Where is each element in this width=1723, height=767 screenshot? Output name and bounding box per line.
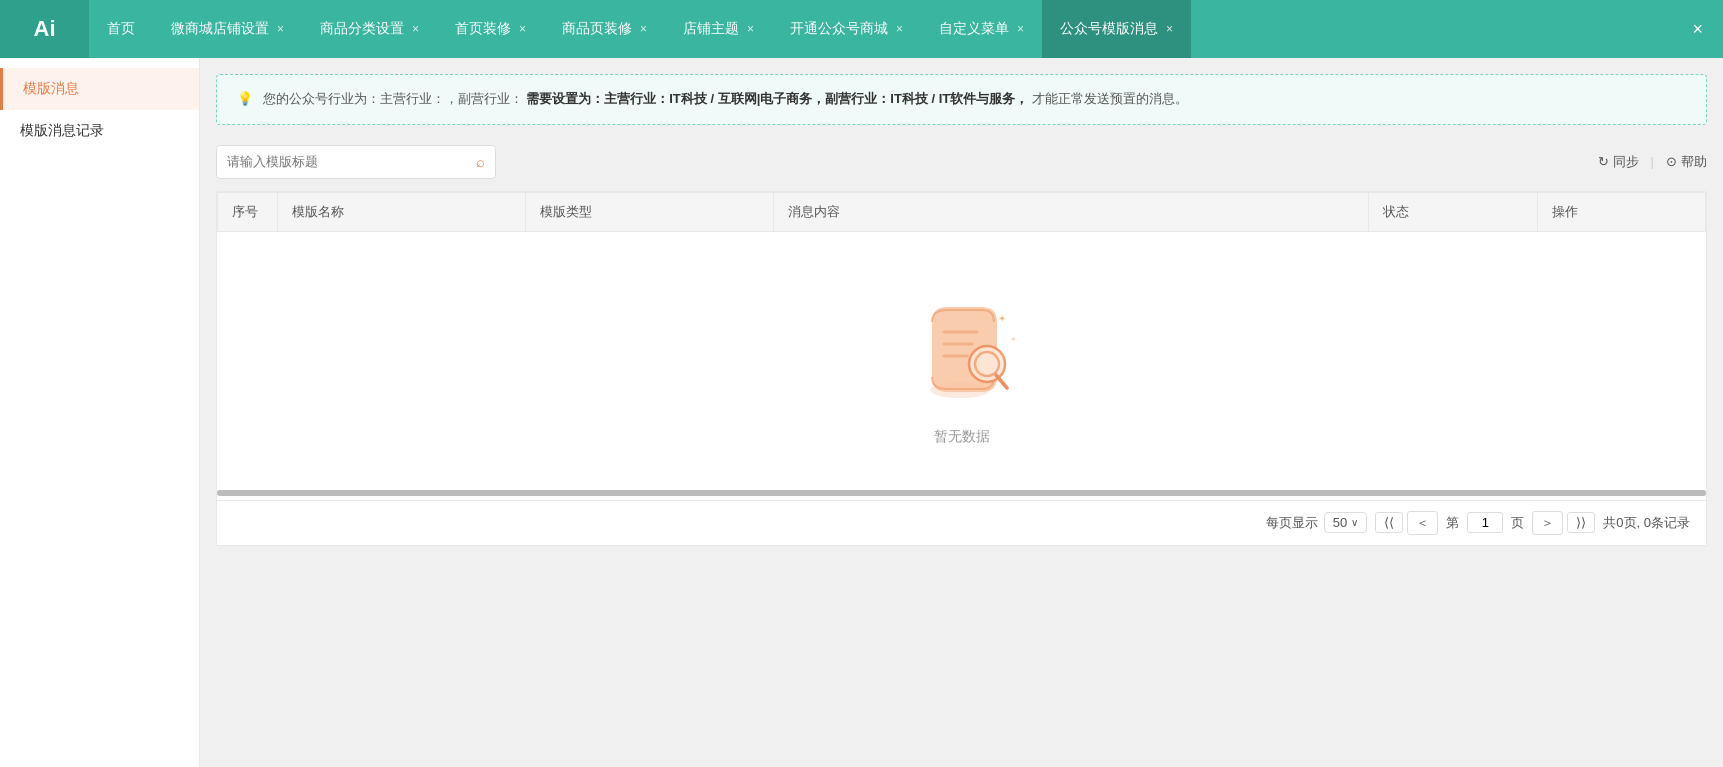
sync-button[interactable]: ↻ 同步 [1598, 153, 1639, 171]
svg-text:·: · [1002, 331, 1004, 337]
sync-label: 同步 [1613, 153, 1639, 171]
nav-tab-category-settings[interactable]: 商品分类设置× [302, 0, 437, 58]
app-logo: Ai [0, 0, 89, 58]
close-tab-product-decorate[interactable]: × [640, 22, 647, 36]
search-bar: ⌕ ↻ 同步 | ⊙ 帮助 [216, 145, 1707, 179]
page-size-label: 每页显示 [1266, 514, 1318, 532]
content-area: 模版消息模版消息记录 💡 您的公众号行业为：主营行业：，副营行业： 需要设置为：… [0, 58, 1723, 767]
page-label-prefix: 第 [1446, 514, 1459, 532]
first-page-button[interactable]: ⟨⟨ [1375, 512, 1403, 533]
table-header: 序号模版名称模版类型消息内容状态操作 [218, 192, 1706, 231]
col-header-type: 模版类型 [526, 192, 774, 231]
close-tab-weshop-settings[interactable]: × [277, 22, 284, 36]
nav-tab-open-mall[interactable]: 开通公众号商城× [772, 0, 921, 58]
sidebar-items: 模版消息模版消息记录 [0, 68, 199, 152]
page-size-dropdown[interactable]: 50 ∨ [1324, 512, 1367, 533]
data-table: 序号模版名称模版类型消息内容状态操作 [217, 192, 1706, 232]
col-header-status: 状态 [1369, 192, 1537, 231]
scrollbar-thumb[interactable] [217, 490, 1706, 496]
close-all-button[interactable]: × [1672, 0, 1723, 58]
col-header-content: 消息内容 [774, 192, 1369, 231]
pagination-row: 每页显示 50 ∨ ⟨⟨ ＜ 第 页 ＞ ⟩⟩ 共0页, 0条记录 [217, 500, 1706, 545]
svg-text:✦: ✦ [1010, 335, 1017, 344]
svg-text:✦: ✦ [998, 313, 1006, 324]
nav-tab-template-msg[interactable]: 公众号模版消息× [1042, 0, 1191, 58]
close-tab-shop-theme[interactable]: × [747, 22, 754, 36]
nav-tab-weshop-settings[interactable]: 微商城店铺设置× [153, 0, 302, 58]
nav-tab-home-decorate[interactable]: 首页装修× [437, 0, 544, 58]
nav-tab-custom-menu[interactable]: 自定义菜单× [921, 0, 1042, 58]
nav-tab-product-decorate[interactable]: 商品页装修× [544, 0, 665, 58]
sync-icon: ↻ [1598, 154, 1609, 169]
main-content: 💡 您的公众号行业为：主营行业：，副营行业： 需要设置为：主营行业：IT科技 /… [200, 58, 1723, 767]
empty-state: ✦ ✦ · 暂无数据 [217, 232, 1706, 486]
notice-suffix: 才能正常发送预置的消息。 [1032, 91, 1188, 106]
sidebar-item-template-message[interactable]: 模版消息 [0, 68, 199, 110]
page-size-value: 50 [1333, 515, 1347, 530]
page-input[interactable] [1467, 512, 1503, 533]
help-label: 帮助 [1681, 153, 1707, 171]
sidebar: 模版消息模版消息记录 [0, 58, 200, 767]
col-header-name: 模版名称 [278, 192, 526, 231]
empty-svg: ✦ ✦ · [902, 292, 1022, 412]
close-tab-template-msg[interactable]: × [1166, 22, 1173, 36]
close-tab-open-mall[interactable]: × [896, 22, 903, 36]
divider: | [1651, 154, 1654, 169]
table-wrapper: 序号模版名称模版类型消息内容状态操作 [216, 191, 1707, 546]
scrollbar-row[interactable] [217, 486, 1706, 500]
total-info: 共0页, 0条记录 [1603, 514, 1690, 532]
prev-page-button[interactable]: ＜ [1407, 511, 1438, 535]
chevron-down-icon: ∨ [1351, 517, 1358, 528]
search-input-wrap[interactable]: ⌕ [216, 145, 496, 179]
nav-tab-shop-theme[interactable]: 店铺主题× [665, 0, 772, 58]
notice-highlight: 需要设置为：主营行业：IT科技 / 互联网|电子商务，副营行业：IT科技 / I… [526, 91, 1028, 106]
last-page-button[interactable]: ⟩⟩ [1567, 512, 1595, 533]
nav-tabs: 首页微商城店铺设置×商品分类设置×首页装修×商品页装修×店铺主题×开通公众号商城… [89, 0, 1672, 58]
help-button[interactable]: ⊙ 帮助 [1666, 153, 1707, 171]
notice-prefix: 您的公众号行业为：主营行业：，副营行业： [263, 91, 523, 106]
col-header-action: 操作 [1537, 192, 1705, 231]
empty-text: 暂无数据 [934, 428, 990, 446]
help-icon: ⊙ [1666, 154, 1677, 169]
top-nav-bar: Ai 首页微商城店铺设置×商品分类设置×首页装修×商品页装修×店铺主题×开通公众… [0, 0, 1723, 58]
search-icon[interactable]: ⌕ [476, 153, 485, 170]
empty-illustration: ✦ ✦ · [902, 292, 1022, 412]
page-label-suffix: 页 [1511, 514, 1524, 532]
search-input[interactable] [227, 154, 476, 169]
close-tab-home-decorate[interactable]: × [519, 22, 526, 36]
notice-icon: 💡 [237, 91, 253, 106]
close-tab-category-settings[interactable]: × [412, 22, 419, 36]
close-tab-custom-menu[interactable]: × [1017, 22, 1024, 36]
page-nav: ⟨⟨ ＜ 第 页 ＞ ⟩⟩ [1375, 511, 1595, 535]
search-actions: ↻ 同步 | ⊙ 帮助 [1598, 153, 1707, 171]
next-page-button[interactable]: ＞ [1532, 511, 1563, 535]
page-size-select: 每页显示 50 ∨ [1266, 512, 1367, 533]
scrollbar-track[interactable] [217, 490, 1706, 496]
svg-line-6 [996, 375, 1007, 388]
col-header-index: 序号 [218, 192, 278, 231]
notice-box: 💡 您的公众号行业为：主营行业：，副营行业： 需要设置为：主营行业：IT科技 /… [216, 74, 1707, 125]
nav-tab-home[interactable]: 首页 [89, 0, 153, 58]
sidebar-item-template-message-log[interactable]: 模版消息记录 [0, 110, 199, 152]
